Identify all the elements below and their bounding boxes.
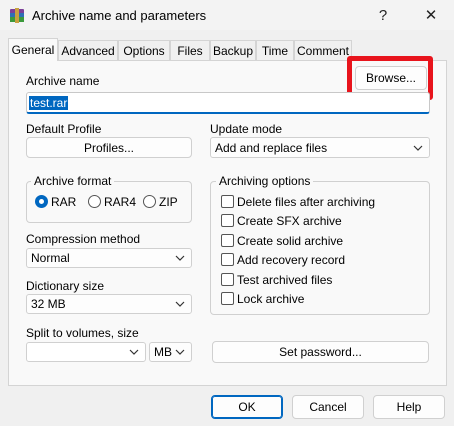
chevron-down-icon: [413, 145, 423, 151]
chevron-down-icon: [175, 255, 185, 261]
chevron-down-icon: [175, 349, 185, 355]
help-icon: ?: [378, 6, 388, 24]
tab-label: General: [11, 43, 55, 57]
split-volumes-label: Split to volumes, size: [26, 326, 139, 340]
set-password-button[interactable]: Set password...: [212, 341, 429, 363]
radio-rar-label: RAR: [51, 195, 77, 209]
split-unit-value: MB: [154, 345, 172, 359]
winrar-app-icon: [10, 8, 24, 23]
lock-archive-checkbox[interactable]: [221, 292, 234, 305]
tab-comment[interactable]: Comment: [294, 40, 352, 60]
delete-files-checkbox[interactable]: [221, 195, 234, 208]
test-archived-label: Test archived files: [237, 273, 333, 287]
compression-method-label: Compression method: [26, 232, 141, 246]
tab-label: Files: [177, 43, 203, 58]
archiving-options-label: Archiving options: [216, 174, 314, 188]
create-solid-label: Create solid archive: [237, 234, 344, 248]
test-archived-checkbox[interactable]: [221, 273, 234, 286]
help-title-button[interactable]: ?: [368, 3, 398, 27]
tab-options[interactable]: Options: [118, 40, 170, 60]
add-recovery-checkbox[interactable]: [221, 253, 234, 266]
compression-method-select[interactable]: Normal: [26, 248, 192, 268]
tab-label: Backup: [212, 43, 254, 58]
dictionary-size-select[interactable]: 32 MB: [26, 294, 192, 314]
tab-label: Comment: [296, 43, 349, 58]
radio-rar4[interactable]: [88, 195, 101, 208]
archive-name-label: Archive name: [26, 74, 100, 88]
close-icon: ✕: [424, 7, 438, 24]
tab-backup[interactable]: Backup: [210, 40, 256, 60]
create-solid-checkbox[interactable]: [221, 234, 234, 247]
split-volumes-input[interactable]: [26, 342, 146, 362]
dictionary-size-value: 32 MB: [31, 297, 66, 311]
compression-method-value: Normal: [31, 251, 70, 265]
update-mode-value: Add and replace files: [215, 140, 328, 155]
tab-label: Options: [123, 43, 165, 58]
update-mode-label: Update mode: [210, 122, 283, 136]
lock-archive-label: Lock archive: [237, 292, 305, 306]
default-profile-label: Default Profile: [26, 122, 102, 136]
ok-button[interactable]: OK: [211, 395, 283, 419]
tab-label: Advanced: [61, 43, 115, 58]
radio-zip[interactable]: [143, 195, 156, 208]
cancel-button[interactable]: Cancel: [292, 395, 364, 419]
close-window-button[interactable]: ✕: [416, 3, 446, 27]
radio-rar[interactable]: [35, 195, 48, 208]
delete-files-label: Delete files after archiving: [237, 195, 376, 209]
chevron-down-icon: [175, 301, 185, 307]
help-button[interactable]: Help: [373, 395, 445, 419]
update-mode-select[interactable]: Add and replace files: [210, 137, 430, 158]
radio-zip-label: ZIP: [159, 195, 178, 209]
archive-format-label: Archive format: [31, 174, 115, 188]
tab-time[interactable]: Time: [256, 40, 294, 60]
tab-files[interactable]: Files: [170, 40, 210, 60]
chevron-down-icon: [129, 349, 139, 355]
tab-label: Time: [261, 43, 289, 58]
archive-name-input[interactable]: test.rar: [26, 92, 430, 114]
tab-advanced[interactable]: Advanced: [58, 40, 118, 60]
create-sfx-checkbox[interactable]: [221, 214, 234, 227]
tab-general[interactable]: General: [8, 38, 58, 61]
create-sfx-label: Create SFX archive: [237, 214, 342, 228]
archive-name-value: test.rar: [29, 95, 69, 110]
split-unit-select[interactable]: MB: [149, 342, 192, 362]
add-recovery-label: Add recovery record: [237, 253, 346, 267]
dictionary-size-label: Dictionary size: [26, 279, 105, 293]
radio-rar4-label: RAR4: [104, 195, 137, 209]
profiles-button[interactable]: Profiles...: [26, 137, 192, 158]
window-title: Archive name and parameters: [32, 8, 207, 23]
